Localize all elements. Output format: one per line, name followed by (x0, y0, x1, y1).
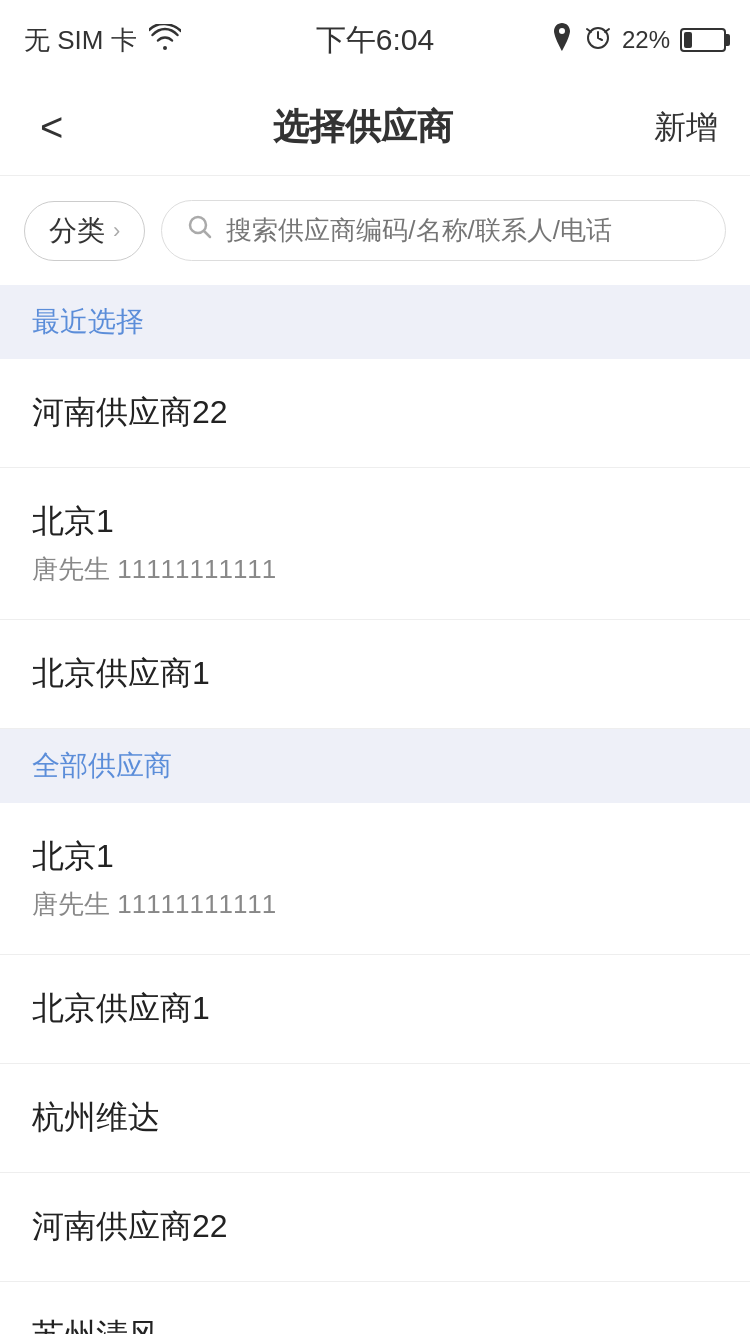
recent-section-label: 最近选择 (32, 306, 144, 337)
battery-percent: 22% (622, 26, 670, 54)
search-icon (186, 213, 214, 248)
list-item[interactable]: 河南供应商22 (0, 1173, 750, 1282)
alarm-icon (584, 23, 612, 57)
search-input[interactable] (226, 215, 701, 246)
list-item[interactable]: 杭州维达 (0, 1064, 750, 1173)
search-input-wrap (161, 200, 726, 261)
supplier-contact: 唐先生 11111111111 (32, 552, 718, 587)
supplier-name: 北京供应商1 (32, 652, 718, 696)
battery-icon (680, 28, 726, 52)
recent-section-header: 最近选择 (0, 285, 750, 359)
location-icon (550, 23, 574, 57)
category-filter-button[interactable]: 分类 › (24, 201, 145, 261)
all-section-header: 全部供应商 (0, 729, 750, 803)
status-left: 无 SIM 卡 (24, 23, 181, 58)
supplier-name: 北京1 (32, 500, 718, 544)
supplier-name: 北京1 (32, 835, 718, 879)
list-item[interactable]: 河南供应商22 (0, 359, 750, 468)
search-area: 分类 › (0, 176, 750, 285)
category-label: 分类 (49, 212, 105, 250)
all-section-label: 全部供应商 (32, 750, 172, 781)
status-right: 22% (550, 23, 726, 57)
list-item[interactable]: 北京供应商1 (0, 620, 750, 729)
list-item[interactable]: 北京1 唐先生 11111111111 (0, 468, 750, 620)
supplier-name: 河南供应商22 (32, 391, 718, 435)
chevron-right-icon: › (113, 218, 120, 244)
supplier-name: 杭州维达 (32, 1096, 718, 1140)
back-button[interactable]: < (32, 97, 71, 158)
supplier-name: 苏州清风 (32, 1314, 718, 1334)
status-bar: 无 SIM 卡 下午6:04 22% (0, 0, 750, 80)
list-item[interactable]: 北京1 唐先生 11111111111 (0, 803, 750, 955)
recent-items-list: 河南供应商22 北京1 唐先生 11111111111 北京供应商1 (0, 359, 750, 729)
status-time: 下午6:04 (316, 20, 434, 61)
add-button[interactable]: 新增 (654, 106, 718, 150)
supplier-name: 河南供应商22 (32, 1205, 718, 1249)
svg-point-1 (190, 217, 206, 233)
page-title: 选择供应商 (273, 103, 453, 152)
supplier-contact: 唐先生 11111111111 (32, 887, 718, 922)
nav-bar: < 选择供应商 新增 (0, 80, 750, 176)
carrier-label: 无 SIM 卡 (24, 23, 137, 58)
supplier-name: 北京供应商1 (32, 987, 718, 1031)
list-item[interactable]: 苏州清风 (0, 1282, 750, 1334)
wifi-icon (149, 24, 181, 57)
list-item[interactable]: 北京供应商1 (0, 955, 750, 1064)
all-items-list: 北京1 唐先生 11111111111 北京供应商1 杭州维达 河南供应商22 … (0, 803, 750, 1334)
